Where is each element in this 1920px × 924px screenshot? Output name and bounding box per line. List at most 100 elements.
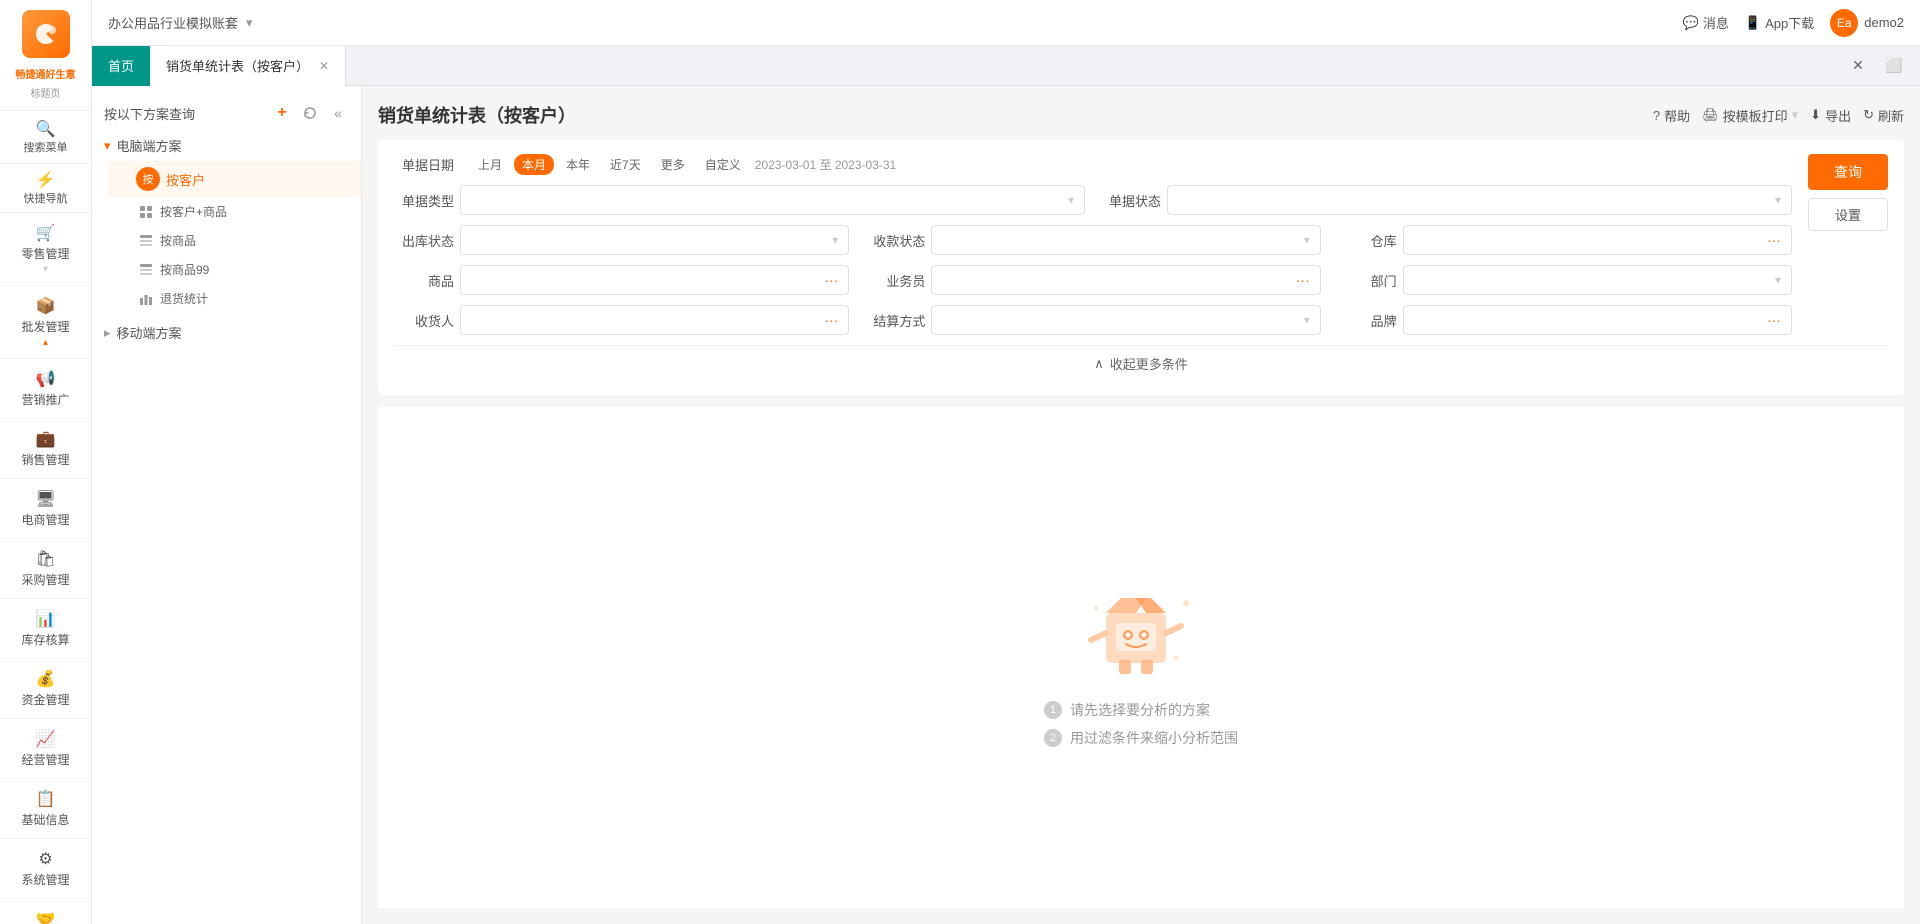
tree-item-customer-goods[interactable]: 按客户+商品 xyxy=(108,197,361,226)
goods-select[interactable]: ··· xyxy=(460,265,849,295)
sidebar-item-finance[interactable]: 💰 资金管理 xyxy=(0,659,91,719)
top-header: 办公用品行业模拟账套 ▾ 💬 消息 📱 App下载 Ea demo2 xyxy=(92,0,1920,46)
sidebar-item-basic[interactable]: 📋 基础信息 xyxy=(0,779,91,839)
help-btn[interactable]: ? 帮助 xyxy=(1653,106,1690,125)
export-btn[interactable]: ⬇ 导出 xyxy=(1810,106,1851,125)
refresh-btn[interactable]: ↻ 刷新 xyxy=(1863,106,1904,125)
sidebar-item-purchase[interactable]: 🛍 采购管理 xyxy=(0,539,91,599)
sidebar-item-sales[interactable]: 💼 销售管理 xyxy=(0,419,91,479)
sidebar-item-inventory[interactable]: 📊 库存核算 xyxy=(0,599,91,659)
department-chevron: ▾ xyxy=(1775,273,1781,287)
date-btn-last-month[interactable]: 上月 xyxy=(470,154,510,175)
order-type-select[interactable]: ▾ xyxy=(460,185,1085,215)
date-btn-custom[interactable]: 自定义 xyxy=(697,154,749,175)
sidebar-item-retail[interactable]: 🛒 零售管理 ▾ xyxy=(0,213,91,286)
right-panel: 销货单统计表（按客户） ? 帮助 🖨 按模板打印 ▾ ⬇ 导出 xyxy=(362,86,1920,924)
empty-illustration xyxy=(1081,568,1201,688)
purchase-label: 采购管理 xyxy=(21,571,69,588)
collapse-bar[interactable]: ∧ 收起更多条件 xyxy=(394,345,1888,381)
date-btn-this-year[interactable]: 本年 xyxy=(558,154,598,175)
retail-label: 零售管理 xyxy=(21,245,69,262)
panel-refresh-btn[interactable] xyxy=(299,102,321,124)
header-right: 💬 消息 📱 App下载 Ea demo2 xyxy=(1683,9,1904,37)
sidebar-item-collab[interactable]: 🤝 企业协同 xyxy=(0,899,91,924)
tree-section-desktop[interactable]: ▾ 电脑端方案 xyxy=(92,130,361,161)
table-icon-2 xyxy=(138,262,154,278)
filter-row-type-status: 单据类型 ▾ 单据状态 ▾ xyxy=(394,185,1792,215)
payment-status-select[interactable]: ▾ xyxy=(931,225,1320,255)
empty-tip-1: 1 请先选择要分析的方案 xyxy=(1044,700,1238,720)
tab-home[interactable]: 首页 xyxy=(92,46,150,86)
industry-dropdown-icon[interactable]: ▾ xyxy=(246,15,253,31)
basic-label: 基础信息 xyxy=(21,811,69,828)
panel-add-btn[interactable]: + xyxy=(271,102,293,124)
receiver-dots: ··· xyxy=(824,312,838,328)
wholesale-icon: 📦 xyxy=(36,296,56,316)
out-status-label: 出库状态 xyxy=(394,231,454,250)
sidebar-item-operations[interactable]: 📈 经营管理 xyxy=(0,719,91,779)
tab-bar: 首页 销货单统计表（按客户） ✕ ✕ ⬜ xyxy=(92,46,1920,86)
tree-item-by-goods-label: 按商品 xyxy=(160,232,196,249)
industry-label: 办公用品行业模拟账套 xyxy=(108,13,238,32)
order-status-select[interactable]: ▾ xyxy=(1167,185,1792,215)
query-btn[interactable]: 查询 xyxy=(1808,154,1888,190)
help-label: 帮助 xyxy=(1664,106,1690,125)
export-icon: ⬇ xyxy=(1810,107,1821,123)
tree-item-by-customer[interactable]: 按 按客户 xyxy=(108,161,361,197)
tree-item-by-goods[interactable]: 按商品 xyxy=(108,226,361,255)
tree-section-mobile[interactable]: ▸ 移动端方案 xyxy=(92,317,361,348)
receiver-select[interactable]: ··· xyxy=(460,305,849,335)
filter-row-status2: 出库状态 ▾ 收款状态 ▾ xyxy=(394,225,1792,255)
department-select[interactable]: ▾ xyxy=(1403,265,1792,295)
date-shortcuts: 上月 本月 本年 近7天 更多 自定义 xyxy=(470,154,749,175)
basic-icon: 📋 xyxy=(36,789,56,809)
brand-label: 品牌 xyxy=(1337,311,1397,330)
app-download-btn[interactable]: 📱 App下载 xyxy=(1745,13,1814,32)
bar-icon xyxy=(138,291,154,307)
order-status-label: 单据状态 xyxy=(1101,191,1161,210)
search-menu-item[interactable]: 🔍 搜索菜单 xyxy=(0,111,91,164)
tab-close-icon[interactable]: ✕ xyxy=(319,59,329,73)
warehouse-select[interactable]: ··· xyxy=(1403,225,1792,255)
inventory-icon: 📊 xyxy=(36,609,56,629)
date-range-value: 2023-03-01 至 2023-03-31 xyxy=(755,156,896,173)
panel-header: 按以下方案查询 + « xyxy=(92,96,361,130)
date-btn-this-month[interactable]: 本月 xyxy=(514,154,554,175)
settlement-select[interactable]: ▾ xyxy=(931,305,1320,335)
tab-close-window-btn[interactable]: ✕ xyxy=(1844,52,1872,80)
date-btn-7days[interactable]: 近7天 xyxy=(602,154,649,175)
receiver-label: 收货人 xyxy=(394,311,454,330)
salesperson-select[interactable]: ··· xyxy=(931,265,1320,295)
header-left: 办公用品行业模拟账套 ▾ xyxy=(108,13,253,32)
tree-sub-desktop: 按 按客户 按客户+商品 xyxy=(92,161,361,313)
sidebar-item-marketing[interactable]: 📢 营销推广 xyxy=(0,359,91,419)
page-header: 销货单统计表（按客户） ? 帮助 🖨 按模板打印 ▾ ⬇ 导出 xyxy=(378,102,1904,128)
finance-icon: 💰 xyxy=(36,669,56,689)
quick-nav-item[interactable]: ⚡ 快捷导航 xyxy=(0,164,91,213)
marketing-icon: 📢 xyxy=(36,369,56,389)
tab-sales-stats-label: 销货单统计表（按客户） xyxy=(166,56,309,75)
salesperson-label: 业务员 xyxy=(865,271,925,290)
retail-arrow: ▾ xyxy=(43,264,48,275)
settings-btn[interactable]: 设置 xyxy=(1808,198,1888,231)
date-btn-more[interactable]: 更多 xyxy=(653,154,693,175)
tab-sales-stats[interactable]: 销货单统计表（按客户） ✕ xyxy=(150,46,346,86)
tree-item-by-goods99-label: 按商品99 xyxy=(160,261,209,278)
message-icon: 💬 xyxy=(1683,15,1699,31)
quick-nav-label: 快捷导航 xyxy=(6,190,85,206)
sidebar-item-system[interactable]: ⚙ 系统管理 xyxy=(0,839,91,899)
sidebar-item-ecommerce[interactable]: 🖥 电商管理 xyxy=(0,479,91,539)
message-btn[interactable]: 💬 消息 xyxy=(1683,13,1729,32)
sidebar-item-wholesale[interactable]: 📦 批发管理 ▴ xyxy=(0,286,91,359)
user-area[interactable]: Ea demo2 xyxy=(1830,9,1904,37)
tree-item-by-goods99[interactable]: 按商品99 xyxy=(108,255,361,284)
print-btn[interactable]: 🖨 按模板打印 ▾ xyxy=(1702,106,1798,125)
panel-collapse-btn[interactable]: « xyxy=(327,102,349,124)
username-label: demo2 xyxy=(1864,15,1904,30)
retail-icon: 🛒 xyxy=(36,223,56,243)
tab-maximize-btn[interactable]: ⬜ xyxy=(1880,52,1908,80)
out-status-select[interactable]: ▾ xyxy=(460,225,849,255)
tree-item-return-stats[interactable]: 退货统计 xyxy=(108,284,361,313)
logo-icon xyxy=(22,10,70,58)
brand-select[interactable]: ··· xyxy=(1403,305,1792,335)
